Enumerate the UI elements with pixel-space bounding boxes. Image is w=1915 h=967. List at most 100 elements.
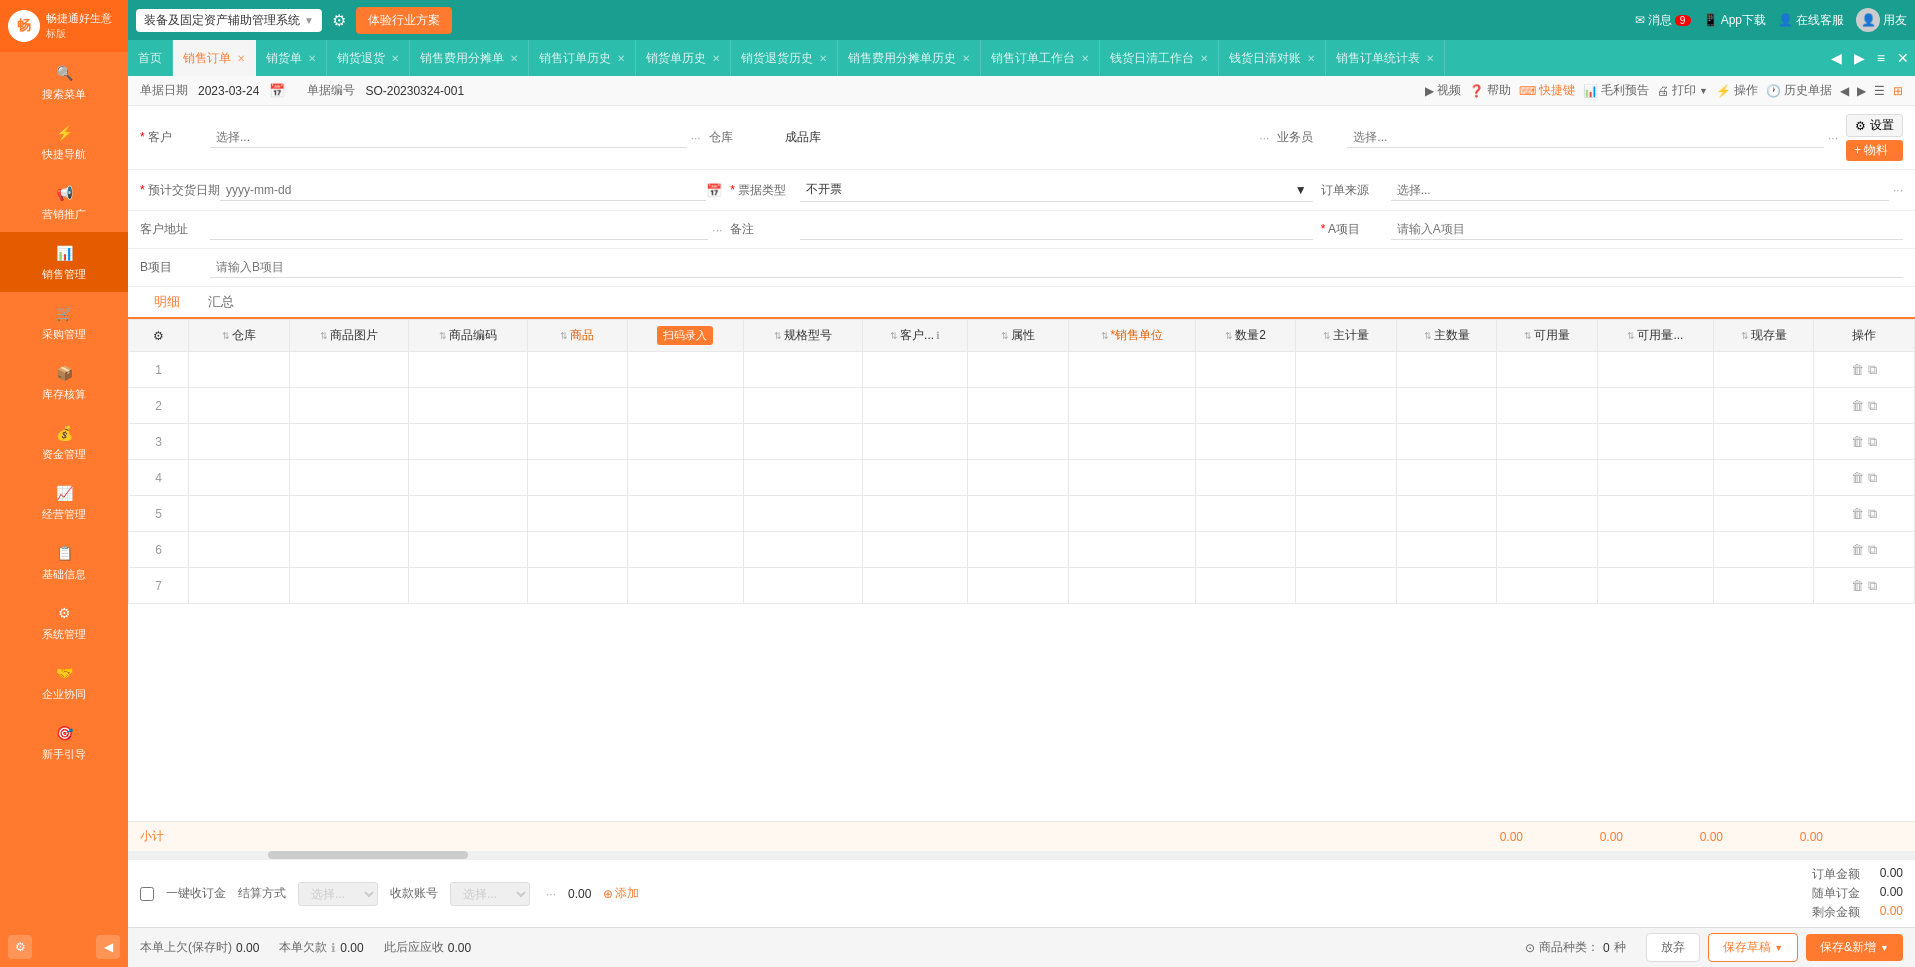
- sidebar-item-collab[interactable]: 🤝 企业协同: [0, 652, 128, 712]
- tab-invoice[interactable]: 销货单 ✕: [256, 40, 327, 76]
- sidebar-item-sales[interactable]: 📊 销售管理: [0, 232, 128, 292]
- sidebar-item-guide[interactable]: 🎯 新手引导: [0, 712, 128, 772]
- row-3-warehouse[interactable]: [189, 424, 290, 460]
- row-1-product[interactable]: [527, 352, 628, 388]
- row-5-copy-icon[interactable]: ⧉: [1868, 506, 1877, 522]
- sidebar-item-purchase[interactable]: 🛒 采购管理: [0, 292, 128, 352]
- tab-detail[interactable]: 明细: [140, 287, 194, 319]
- tab-close-all-btn[interactable]: ✕: [1891, 50, 1915, 66]
- row-5-delete-icon[interactable]: 🗑: [1851, 506, 1864, 522]
- tab-home[interactable]: 首页: [128, 40, 173, 76]
- row-1-spec[interactable]: [743, 352, 862, 388]
- row-1-customer-code[interactable]: [862, 352, 968, 388]
- scroll-bar[interactable]: [128, 851, 1915, 859]
- tab-reconcile[interactable]: 钱货日清对账 ✕: [1219, 40, 1326, 76]
- delivery-date-icon[interactable]: 📅: [706, 183, 722, 198]
- customer-input[interactable]: [210, 127, 687, 148]
- sidebar-item-finance[interactable]: 💰 资金管理: [0, 412, 128, 472]
- sidebar-item-base-info[interactable]: 📋 基础信息: [0, 532, 128, 592]
- list-view-btn[interactable]: ☰: [1874, 84, 1885, 98]
- row-2-attr[interactable]: [968, 388, 1069, 424]
- row-1-warehouse[interactable]: [189, 352, 290, 388]
- warehouse-dots[interactable]: ···: [1259, 131, 1269, 145]
- message-badge[interactable]: ✉ 消息 9: [1635, 12, 1691, 29]
- tab-return-history[interactable]: 销货退货历史 ✕: [731, 40, 838, 76]
- save-new-button[interactable]: 保存&新增 ▼: [1806, 934, 1903, 961]
- row-1-main-qty[interactable]: [1396, 352, 1497, 388]
- shortcut-btn[interactable]: ⌨ 快捷键: [1519, 82, 1575, 99]
- tab-close-invoice-history[interactable]: ✕: [712, 53, 720, 64]
- row-6-delete-icon[interactable]: 🗑: [1851, 542, 1864, 558]
- row-1-copy-icon[interactable]: ⧉: [1868, 362, 1877, 378]
- tab-sales-order[interactable]: 销售订单 ✕: [173, 40, 256, 76]
- sidebar-item-management[interactable]: 📈 经营管理: [0, 472, 128, 532]
- tab-close-stats[interactable]: ✕: [1426, 53, 1434, 64]
- sidebar-item-search[interactable]: 🔍 搜索菜单: [0, 52, 128, 112]
- row-2-spec[interactable]: [743, 388, 862, 424]
- system-title[interactable]: 装备及固定资产辅助管理系统 ▼: [136, 9, 322, 32]
- history-btn[interactable]: 🕐 历史单据: [1766, 82, 1832, 99]
- row-2-copy-icon[interactable]: ⧉: [1868, 398, 1877, 414]
- add-payment-btn[interactable]: ⊕ 添加: [603, 885, 639, 902]
- print-btn[interactable]: 🖨 打印 ▼: [1657, 82, 1708, 99]
- tab-summary[interactable]: 汇总: [194, 287, 248, 317]
- view-btn[interactable]: ▶ 视频: [1425, 82, 1461, 99]
- row-2-product[interactable]: [527, 388, 628, 424]
- tab-daily-workbench[interactable]: 钱货日清工作台 ✕: [1100, 40, 1219, 76]
- action-btn[interactable]: ⚡ 操作: [1716, 82, 1758, 99]
- tab-return[interactable]: 销货退货 ✕: [327, 40, 410, 76]
- table-wrapper[interactable]: ⚙ ⇅仓库 ⇅商品图片 ⇅商品编码 ⇅商品 扫码录入 ⇅规格型号 ⇅客户...ℹ…: [128, 319, 1915, 821]
- curr-debt-info-icon[interactable]: ℹ: [331, 941, 336, 955]
- row-2-qty2[interactable]: [1195, 388, 1296, 424]
- tab-close-expense-history[interactable]: ✕: [962, 53, 970, 64]
- a-project-input[interactable]: [1391, 219, 1903, 240]
- tab-close-return-history[interactable]: ✕: [819, 53, 827, 64]
- staff-input[interactable]: [1347, 127, 1824, 148]
- row-2-main-qty[interactable]: [1396, 388, 1497, 424]
- online-service[interactable]: 👤 在线客服: [1778, 12, 1844, 29]
- row-4-copy-icon[interactable]: ⧉: [1868, 470, 1877, 486]
- tab-expense[interactable]: 销售费用分摊单 ✕: [410, 40, 529, 76]
- collapse-icon[interactable]: ◀: [96, 935, 120, 959]
- sidebar-item-marketing[interactable]: 📢 营销推广: [0, 172, 128, 232]
- tab-prev-btn[interactable]: ◀: [1825, 50, 1848, 66]
- delivery-input[interactable]: [220, 180, 706, 201]
- row-1-qty2[interactable]: [1195, 352, 1296, 388]
- discard-button[interactable]: 放弃: [1646, 933, 1700, 962]
- tab-close-reconcile[interactable]: ✕: [1307, 53, 1315, 64]
- customer-dots[interactable]: ···: [691, 131, 701, 145]
- sidebar-item-quicknav[interactable]: ⚡ 快捷导航: [0, 112, 128, 172]
- account-select[interactable]: 选择...: [450, 882, 530, 906]
- next-record-btn[interactable]: ▶: [1857, 84, 1866, 98]
- address-input[interactable]: [210, 219, 708, 240]
- col-settings[interactable]: ⚙: [129, 320, 189, 352]
- row-1-delete-icon[interactable]: 🗑: [1851, 362, 1864, 378]
- row-1-code[interactable]: [408, 352, 527, 388]
- settings-bottom-icon[interactable]: ⚙: [8, 935, 32, 959]
- add-material-btn[interactable]: + 物料: [1846, 140, 1903, 161]
- industry-button[interactable]: 体验行业方案: [356, 7, 452, 34]
- row-2-warehouse[interactable]: [189, 388, 290, 424]
- app-download[interactable]: 📱 App下载: [1703, 12, 1766, 29]
- tab-close-expense[interactable]: ✕: [510, 53, 518, 64]
- row-4-delete-icon[interactable]: 🗑: [1851, 470, 1864, 486]
- savenew-dropdown-icon[interactable]: ▼: [1880, 943, 1889, 953]
- remark-input[interactable]: [800, 219, 1312, 240]
- row-3-delete-icon[interactable]: 🗑: [1851, 434, 1864, 450]
- help-btn[interactable]: ❓ 帮助: [1469, 82, 1511, 99]
- tab-close-invoice[interactable]: ✕: [308, 53, 316, 64]
- user-menu[interactable]: 👤 用友: [1856, 8, 1907, 32]
- invoice-select[interactable]: 不开票 ▼: [800, 178, 1312, 202]
- profit-btn[interactable]: 📊 毛利预告: [1583, 82, 1649, 99]
- b-project-input[interactable]: [210, 257, 1903, 278]
- staff-dots[interactable]: ···: [1828, 131, 1838, 145]
- row-2-unit[interactable]: [1068, 388, 1195, 424]
- row-7-delete-icon[interactable]: 🗑: [1851, 578, 1864, 594]
- tab-close-order-history[interactable]: ✕: [617, 53, 625, 64]
- barcode-scan-btn[interactable]: 扫码录入: [657, 326, 713, 345]
- row-2-delete-icon[interactable]: 🗑: [1851, 398, 1864, 414]
- order-source-dots[interactable]: ···: [1893, 183, 1903, 197]
- row-3-copy-icon[interactable]: ⧉: [1868, 434, 1877, 450]
- tab-order-history[interactable]: 销售订单历史 ✕: [529, 40, 636, 76]
- tab-stats[interactable]: 销售订单统计表 ✕: [1326, 40, 1445, 76]
